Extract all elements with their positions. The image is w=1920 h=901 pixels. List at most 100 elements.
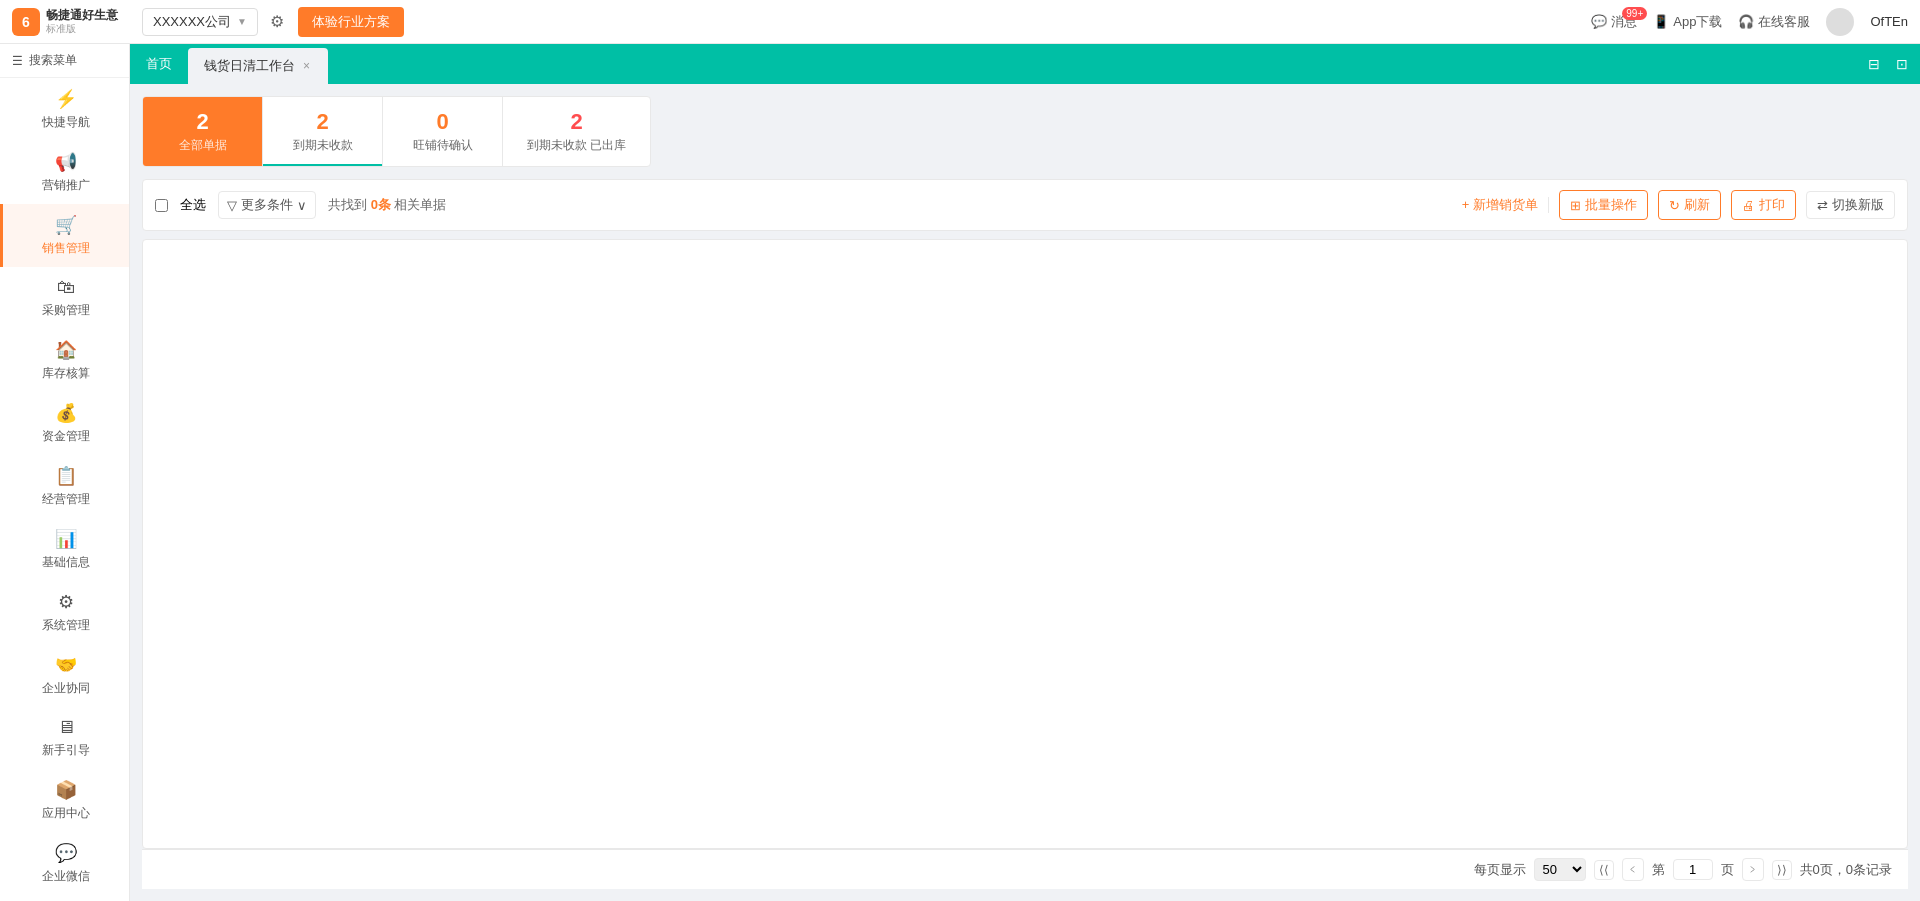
download-icon: 📱 <box>1653 14 1669 29</box>
sidebar-item-member[interactable]: V 畅会员 <box>0 895 129 901</box>
sidebar-item-basic-info[interactable]: 📊 基础信息 <box>0 518 129 581</box>
found-text: 共找到 0条 相关单据 <box>328 196 446 214</box>
sidebar-item-inventory[interactable]: 🏠 库存核算 <box>0 329 129 392</box>
filter-button[interactable]: ▽ 更多条件 ∨ <box>218 191 316 219</box>
select-all-label: 全选 <box>180 196 206 214</box>
first-page-button[interactable]: ⟨⟨ <box>1594 860 1614 880</box>
settings-icon[interactable]: ⚙ <box>266 8 288 35</box>
tab-home[interactable]: 首页 <box>130 44 188 84</box>
tab-close-icon[interactable]: × <box>301 59 312 73</box>
stat-shipped[interactable]: 2 到期未收款 已出库 <box>503 97 650 166</box>
empty-state <box>143 240 1907 848</box>
enterprise-icon: 🤝 <box>55 654 77 676</box>
switch-version-button[interactable]: ⇄ 切换新版 <box>1806 191 1895 219</box>
search-icon: ☰ <box>12 54 23 68</box>
company-selector[interactable]: XXXXXX公司 ▼ <box>142 8 258 36</box>
active-tab-label: 钱货日清工作台 <box>204 57 295 75</box>
basic-info-icon: 📊 <box>55 528 77 550</box>
select-all-checkbox[interactable] <box>155 199 168 212</box>
tab-active[interactable]: 钱货日清工作台 × <box>188 48 328 84</box>
stat-shipped-label: 到期未收款 已出库 <box>527 137 626 154</box>
sidebar-item-label: 新手引导 <box>42 742 90 759</box>
sidebar-item-newbie[interactable]: 🖥 新手引导 <box>0 707 129 769</box>
marketing-icon: 📢 <box>55 151 77 173</box>
sidebar-item-marketing[interactable]: 📢 营销推广 <box>0 141 129 204</box>
service-icon: 🎧 <box>1738 14 1754 29</box>
sidebar: ☰ 搜索菜单 ⚡ 快捷导航 📢 营销推广 🛒 销售管理 🛍 采购管理 🏠 库存核… <box>0 44 130 901</box>
sidebar-item-sales[interactable]: 🛒 销售管理 <box>0 204 129 267</box>
stat-pending-label: 旺铺待确认 <box>413 137 473 154</box>
purchase-icon: 🛍 <box>57 277 75 298</box>
filter-icon: ▽ <box>227 198 237 213</box>
sidebar-item-quick-nav[interactable]: ⚡ 快捷导航 <box>0 78 129 141</box>
app-download-button[interactable]: 📱 App下载 <box>1653 13 1722 31</box>
page-content: 2 全部单据 2 到期未收款 0 旺铺待确认 2 到期未收款 已出库 <box>130 84 1920 901</box>
sidebar-item-wechat[interactable]: 💬 企业微信 <box>0 832 129 895</box>
top-header: 6 畅捷通好生意 标准版 XXXXXX公司 ▼ ⚙ 体验行业方案 💬 消息 99… <box>0 0 1920 44</box>
batch-operation-button[interactable]: ⊞ 批量操作 <box>1559 190 1648 220</box>
refresh-icon: ↻ <box>1669 198 1680 213</box>
app-subtitle: 标准版 <box>46 23 118 35</box>
next-page-button[interactable]: ﹥ <box>1742 858 1764 881</box>
sidebar-item-label: 企业微信 <box>42 868 90 885</box>
sidebar-item-purchase[interactable]: 🛍 采购管理 <box>0 267 129 329</box>
sidebar-item-enterprise[interactable]: 🤝 企业协同 <box>0 644 129 707</box>
divider <box>1548 197 1549 213</box>
batch-label: 批量操作 <box>1585 196 1637 214</box>
filter-label: 更多条件 <box>241 196 293 214</box>
username-label: OfTEn <box>1870 14 1908 29</box>
sidebar-item-label: 采购管理 <box>42 302 90 319</box>
message-button[interactable]: 💬 消息 99+ <box>1591 13 1637 31</box>
online-service-button[interactable]: 🎧 在线客服 <box>1738 13 1810 31</box>
found-prefix: 共找到 <box>328 197 367 212</box>
sidebar-item-label: 应用中心 <box>42 805 90 822</box>
page-input[interactable] <box>1673 859 1713 880</box>
tab-bar: 首页 钱货日清工作台 × ⊟ ⊡ <box>130 44 1920 84</box>
stat-overdue[interactable]: 2 到期未收款 <box>263 97 383 166</box>
newbie-icon: 🖥 <box>57 717 75 738</box>
sidebar-item-label: 销售管理 <box>42 240 90 257</box>
sidebar-item-label: 基础信息 <box>42 554 90 571</box>
prev-page-button[interactable]: ﹤ <box>1622 858 1644 881</box>
stat-shipped-num: 2 <box>571 109 583 135</box>
table-area <box>142 239 1908 849</box>
refresh-button[interactable]: ↻ 刷新 <box>1658 190 1721 220</box>
sidebar-item-label: 系统管理 <box>42 617 90 634</box>
logo-text: 畅捷通好生意 标准版 <box>46 8 118 34</box>
switch-icon: ⇄ <box>1817 198 1828 213</box>
inventory-icon: 🏠 <box>55 339 77 361</box>
print-button[interactable]: 🖨 打印 <box>1731 190 1796 220</box>
sidebar-item-label: 快捷导航 <box>42 114 90 131</box>
per-page-label: 每页显示 <box>1474 861 1526 879</box>
tab-maximize-icon[interactable]: ⊡ <box>1892 52 1912 76</box>
main-layout: ☰ 搜索菜单 ⚡ 快捷导航 📢 营销推广 🛒 销售管理 🛍 采购管理 🏠 库存核… <box>0 44 1920 901</box>
sidebar-item-finance[interactable]: 💰 资金管理 <box>0 392 129 455</box>
sidebar-item-operations[interactable]: 📋 经营管理 <box>0 455 129 518</box>
avatar[interactable] <box>1826 8 1854 36</box>
sidebar-item-label: 营销推广 <box>42 177 90 194</box>
search-menu-button[interactable]: ☰ 搜索菜单 <box>0 44 129 78</box>
app-center-icon: 📦 <box>55 779 77 801</box>
wechat-icon: 💬 <box>55 842 77 864</box>
stat-all[interactable]: 2 全部单据 <box>143 97 263 166</box>
pagination-bar: 每页显示 50 10 20 100 ⟨⟨ ﹤ 第 页 ﹥ ⟩⟩ 共0页，0条记录 <box>142 849 1908 889</box>
sidebar-item-label: 库存核算 <box>42 365 90 382</box>
filter-arrow-icon: ∨ <box>297 198 307 213</box>
sidebar-item-label: 经营管理 <box>42 491 90 508</box>
found-count: 0条 <box>371 197 391 212</box>
sidebar-item-system[interactable]: ⚙ 系统管理 <box>0 581 129 644</box>
sidebar-item-app-center[interactable]: 📦 应用中心 <box>0 769 129 832</box>
per-page-select[interactable]: 50 10 20 100 <box>1534 858 1586 881</box>
last-page-button[interactable]: ⟩⟩ <box>1772 860 1792 880</box>
message-icon: 💬 <box>1591 14 1607 29</box>
stat-all-num: 2 <box>196 109 208 135</box>
print-icon: 🖨 <box>1742 198 1755 213</box>
logo-icon: 6 <box>12 8 40 36</box>
toolbar: 全选 ▽ 更多条件 ∨ 共找到 0条 相关单据 + 新增销货单 ⊞ 批量操作 <box>142 179 1908 231</box>
new-order-button[interactable]: + 新增销货单 <box>1462 196 1538 214</box>
found-suffix: 相关单据 <box>394 197 446 212</box>
trial-button[interactable]: 体验行业方案 <box>298 7 404 37</box>
total-label: 共0页，0条记录 <box>1800 861 1892 879</box>
stat-pending[interactable]: 0 旺铺待确认 <box>383 97 503 166</box>
tab-minimize-icon[interactable]: ⊟ <box>1864 52 1884 76</box>
